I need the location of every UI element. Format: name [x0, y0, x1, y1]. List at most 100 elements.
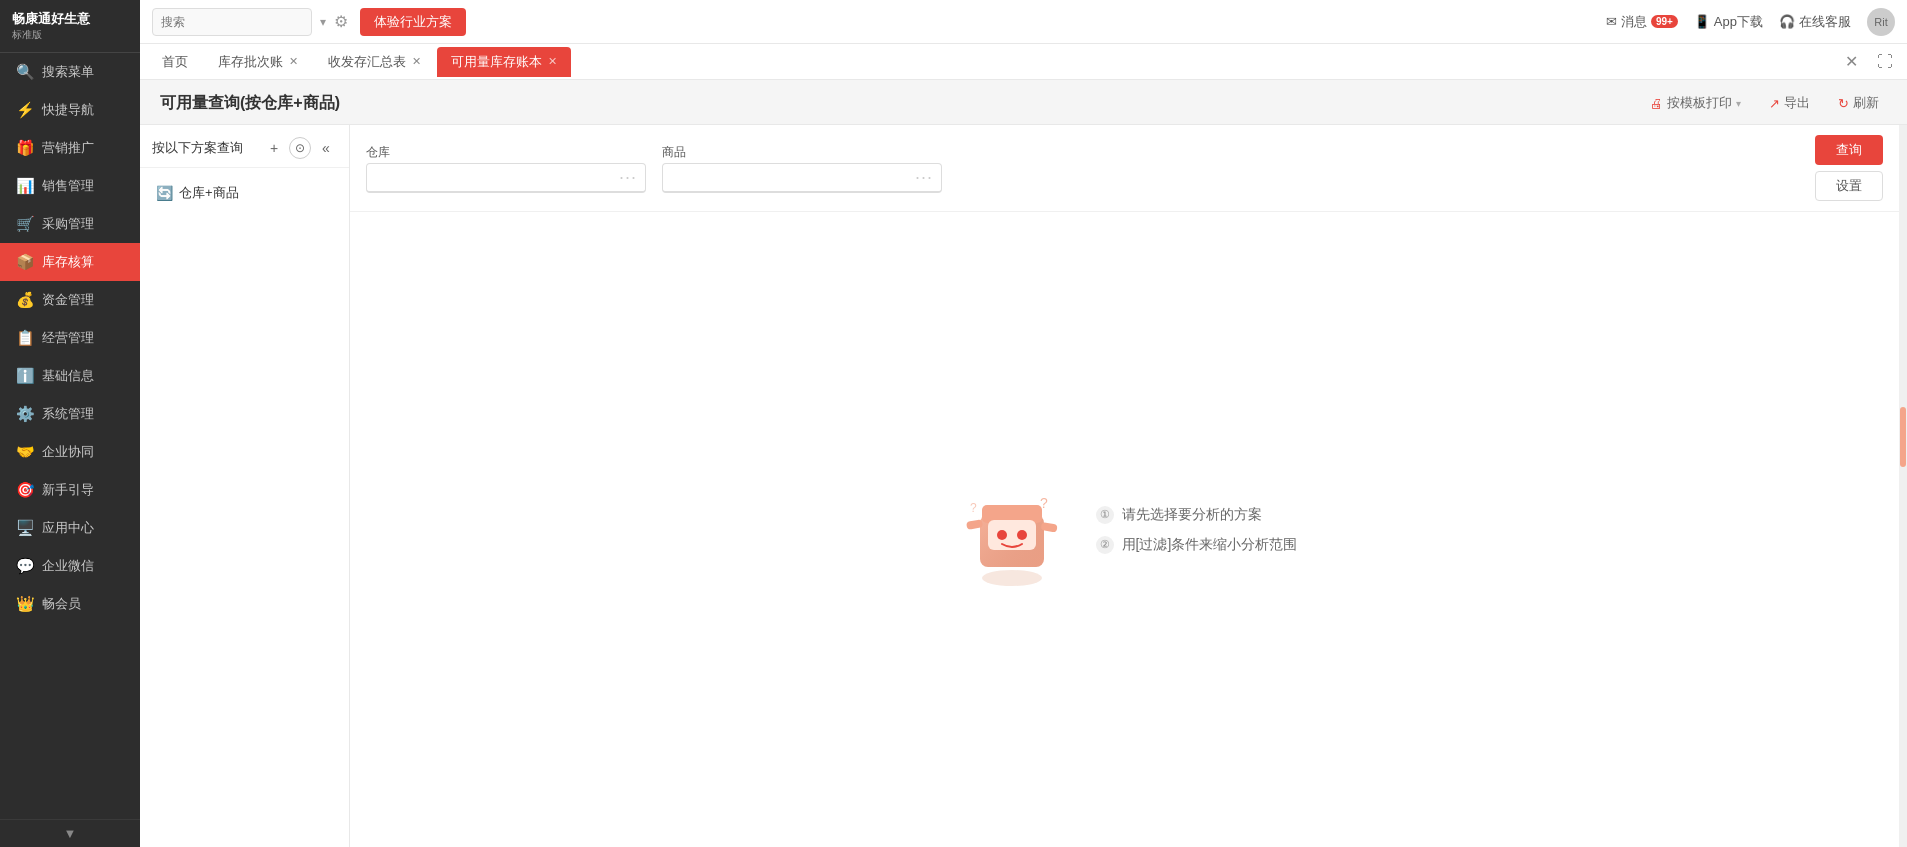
sidebar-icon-sales: 📊: [16, 177, 34, 195]
sidebar-label-newbie: 新手引导: [42, 481, 94, 499]
settings-button[interactable]: 设置: [1815, 171, 1883, 201]
message-item[interactable]: ✉ 消息 99+: [1606, 13, 1678, 31]
sidebar-item-appstore[interactable]: 🖥️ 应用中心: [0, 509, 140, 547]
maximize-button[interactable]: ⛶: [1871, 48, 1899, 76]
topbar: ▾ ⚙ 体验行业方案 ✉ 消息 99+ 📱 App下载 🎧 在线客服 Rit: [140, 0, 1907, 44]
goods-label: 商品: [662, 144, 942, 161]
empty-state: ? ? ① 请先选择要分析的方案: [350, 212, 1899, 847]
sidebar-item-collab[interactable]: 🤝 企业协同: [0, 433, 140, 471]
industry-solution-button[interactable]: 体验行业方案: [360, 8, 466, 36]
sidebar-label-wechat: 企业微信: [42, 557, 94, 575]
print-label: 按模板打印: [1667, 94, 1732, 112]
tab-close-collect[interactable]: ✕: [412, 55, 421, 68]
topbar-search-box[interactable]: [152, 8, 312, 36]
sidebar-label-finance: 资金管理: [42, 291, 94, 309]
svg-text:?: ?: [970, 501, 977, 515]
tab-close-available[interactable]: ✕: [548, 55, 557, 68]
right-scrollbar[interactable]: [1899, 125, 1907, 847]
sidebar-icon-collab: 🤝: [16, 443, 34, 461]
filter-panel-title: 按以下方案查询: [152, 139, 243, 157]
sidebar-icon-finance: 💰: [16, 291, 34, 309]
sidebar-icon-appstore: 🖥️: [16, 519, 34, 537]
query-bar: 仓库 ··· 商品 ··· 查询 设置: [350, 125, 1899, 212]
sidebar-label-marketing: 营销推广: [42, 139, 94, 157]
sidebar-icon-marketing: 🎁: [16, 139, 34, 157]
export-button[interactable]: ↗ 导出: [1761, 90, 1818, 116]
tab-label-home: 首页: [162, 53, 188, 71]
svg-text:?: ?: [1040, 495, 1048, 511]
content-area: 按以下方案查询 + ⊙ « 🔄 仓库+商品 仓库 ···: [140, 125, 1907, 847]
main-content: 仓库 ··· 商品 ··· 查询 设置: [350, 125, 1899, 847]
user-avatar[interactable]: Rit: [1867, 8, 1895, 36]
sidebar-item-basic[interactable]: ℹ️ 基础信息: [0, 357, 140, 395]
tab-home[interactable]: 首页: [148, 47, 202, 77]
filter-add-button[interactable]: +: [263, 137, 285, 159]
sidebar-item-newbie[interactable]: 🎯 新手引导: [0, 471, 140, 509]
print-chevron-icon: ▾: [1736, 98, 1741, 109]
sidebar-icon-system: ⚙️: [16, 405, 34, 423]
tab-collect[interactable]: 收发存汇总表✕: [314, 47, 435, 77]
message-label: 消息: [1621, 13, 1647, 31]
tab-available[interactable]: 可用量库存账本✕: [437, 47, 571, 77]
sidebar-item-shortcut[interactable]: ⚡ 快捷导航: [0, 91, 140, 129]
sidebar-item-sales[interactable]: 📊 销售管理: [0, 167, 140, 205]
print-icon: 🖨: [1650, 96, 1663, 111]
query-actions: 查询 设置: [1815, 135, 1883, 201]
svg-point-5: [997, 530, 1007, 540]
filter-item-warehouse-goods[interactable]: 🔄 仓库+商品: [140, 176, 349, 210]
filter-panel: 按以下方案查询 + ⊙ « 🔄 仓库+商品: [140, 125, 350, 847]
sidebar-item-search[interactable]: 🔍 搜索菜单: [0, 53, 140, 91]
refresh-icon: ↻: [1838, 96, 1849, 111]
app-download-item[interactable]: 📱 App下载: [1694, 13, 1763, 31]
sidebar-icon-purchase: 🛒: [16, 215, 34, 233]
sidebar-item-purchase[interactable]: 🛒 采购管理: [0, 205, 140, 243]
sidebar-logo-title: 畅康通好生意: [12, 10, 128, 28]
sidebar-nav: 🔍 搜索菜单⚡ 快捷导航🎁 营销推广📊 销售管理🛒 采购管理📦 库存核算💰 资金…: [0, 53, 140, 819]
sidebar-label-basic: 基础信息: [42, 367, 94, 385]
filter-panel-actions: + ⊙ «: [263, 137, 337, 159]
main-area: ▾ ⚙ 体验行业方案 ✉ 消息 99+ 📱 App下载 🎧 在线客服 Rit 首: [140, 0, 1907, 847]
online-service-label: 在线客服: [1799, 13, 1851, 31]
warehouse-input[interactable]: ···: [366, 163, 646, 193]
empty-tip-1-text: 请先选择要分析的方案: [1122, 506, 1262, 524]
tab-close-batch[interactable]: ✕: [289, 55, 298, 68]
topbar-gear-icon[interactable]: ⚙: [334, 12, 348, 31]
svg-point-0: [982, 570, 1042, 586]
goods-more-icon[interactable]: ···: [915, 167, 933, 188]
sidebar-item-finance[interactable]: 💰 资金管理: [0, 281, 140, 319]
goods-input[interactable]: ···: [662, 163, 942, 193]
sidebar-icon-inventory: 📦: [16, 253, 34, 271]
filter-collapse-button[interactable]: «: [315, 137, 337, 159]
sidebar-label-purchase: 采购管理: [42, 215, 94, 233]
page-title: 可用量查询(按仓库+商品): [160, 93, 340, 114]
sidebar-item-inventory[interactable]: 📦 库存核算: [0, 243, 140, 281]
filter-settings-button[interactable]: ⊙: [289, 137, 311, 159]
sidebar-item-wechat[interactable]: 💬 企业微信: [0, 547, 140, 585]
sidebar-icon-wechat: 💬: [16, 557, 34, 575]
sidebar-scroll-down[interactable]: ▼: [0, 819, 140, 847]
headset-icon: 🎧: [1779, 14, 1795, 29]
refresh-button[interactable]: ↻ 刷新: [1830, 90, 1887, 116]
sidebar-item-system[interactable]: ⚙️ 系统管理: [0, 395, 140, 433]
message-badge: 99+: [1651, 15, 1678, 28]
sidebar-item-member[interactable]: 👑 畅会员: [0, 585, 140, 623]
print-button[interactable]: 🖨 按模板打印 ▾: [1642, 90, 1749, 116]
sidebar-label-search: 搜索菜单: [42, 63, 94, 81]
sidebar-item-marketing[interactable]: 🎁 营销推广: [0, 129, 140, 167]
page-header-actions: 🖨 按模板打印 ▾ ↗ 导出 ↻ 刷新: [1642, 90, 1887, 116]
tabsbar-right: ✕ ⛶: [1837, 48, 1907, 76]
topbar-chevron-icon[interactable]: ▾: [320, 15, 326, 29]
tab-batch[interactable]: 库存批次账✕: [204, 47, 312, 77]
online-service-item[interactable]: 🎧 在线客服: [1779, 13, 1851, 31]
query-button[interactable]: 查询: [1815, 135, 1883, 165]
sidebar-icon-search: 🔍: [16, 63, 34, 81]
close-tab-button[interactable]: ✕: [1837, 48, 1865, 76]
refresh-label: 刷新: [1853, 94, 1879, 112]
search-input[interactable]: [161, 15, 303, 29]
warehouse-more-icon[interactable]: ···: [619, 167, 637, 188]
sidebar-label-system: 系统管理: [42, 405, 94, 423]
sidebar-item-operations[interactable]: 📋 经营管理: [0, 319, 140, 357]
sidebar-label-sales: 销售管理: [42, 177, 94, 195]
topbar-right: ✉ 消息 99+ 📱 App下载 🎧 在线客服 Rit: [1606, 8, 1895, 36]
filter-item-icon: 🔄: [156, 185, 173, 201]
